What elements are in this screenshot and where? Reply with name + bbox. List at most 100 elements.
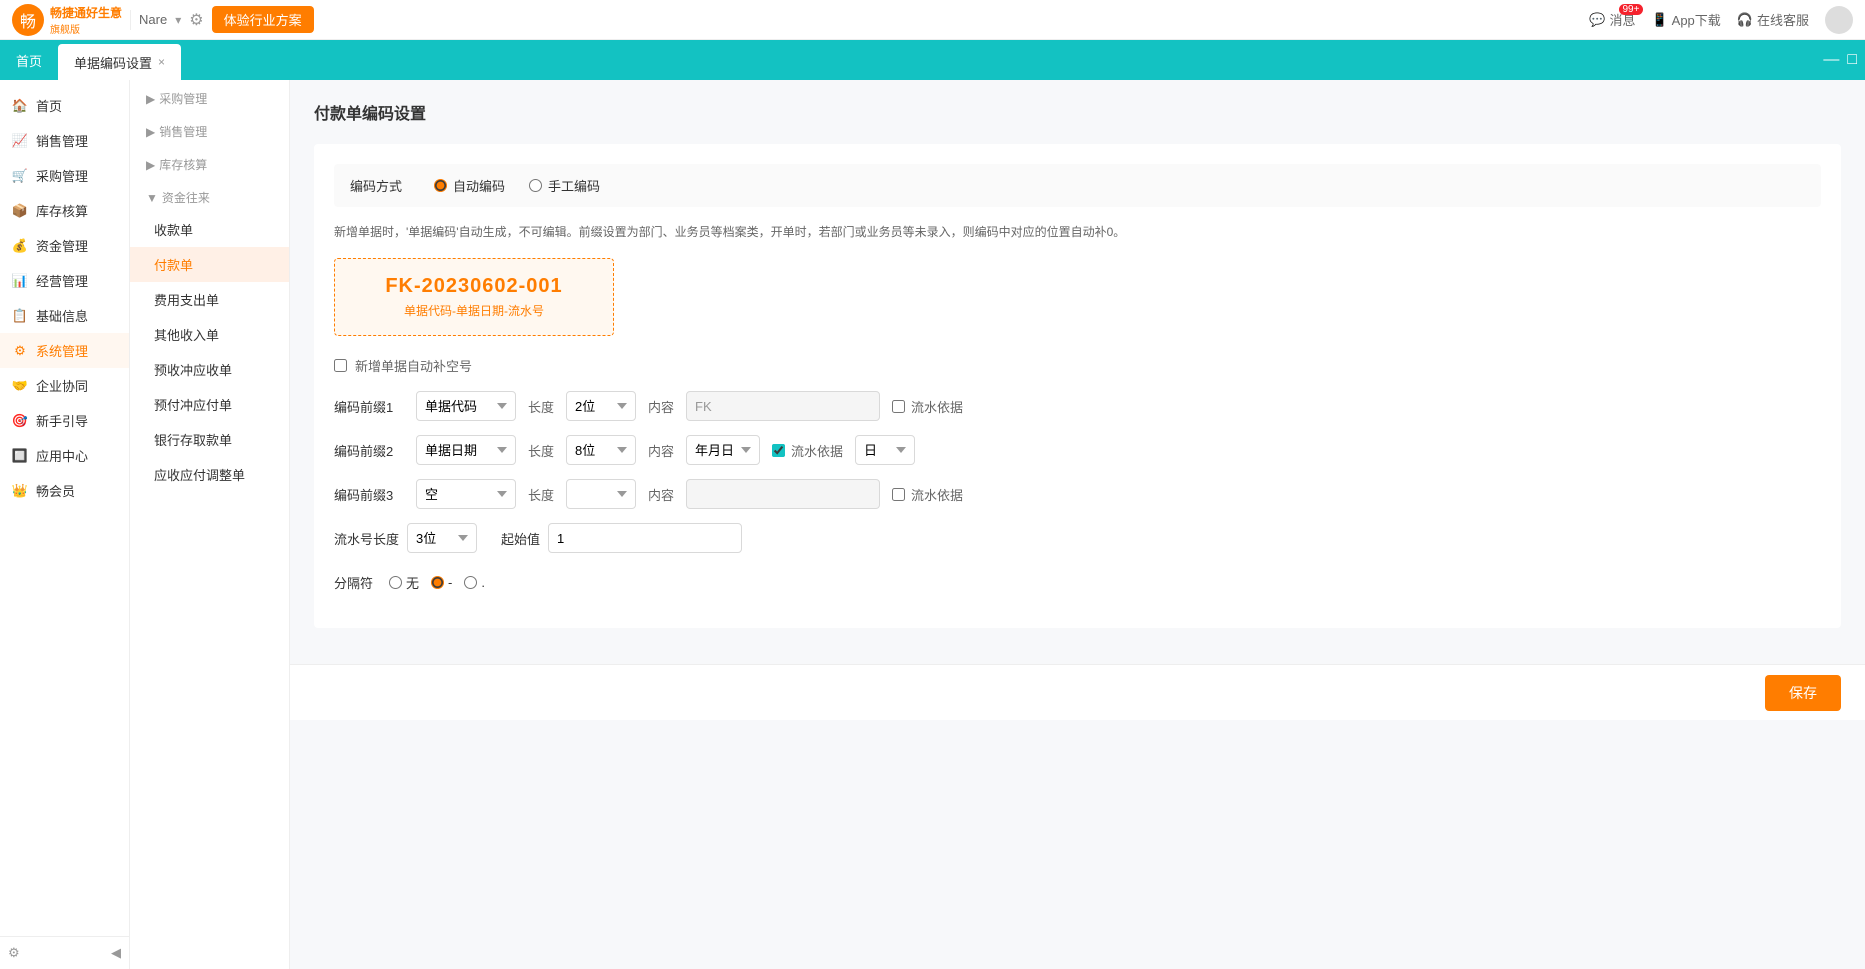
sep-dot-radio[interactable] <box>464 576 477 589</box>
tabbar-actions: — □ <box>1823 51 1857 69</box>
sec-section-sales[interactable]: ▶ 销售管理 <box>130 113 289 146</box>
system-icon: ⚙ <box>12 343 28 359</box>
sidebar-label-sales: 销售管理 <box>36 131 88 150</box>
sidebar-item-guide[interactable]: 🎯 新手引导 <box>0 403 129 438</box>
sidebar-label-cooperation: 企业协同 <box>36 376 88 395</box>
sec-purchase-label: 采购管理 <box>159 90 207 107</box>
app-icon: 📱 <box>1651 12 1667 28</box>
message-badge: 99+ <box>1619 4 1644 15</box>
prefix3-length-select[interactable] <box>566 479 636 509</box>
prefix2-select[interactable]: 单据日期 <box>416 435 516 465</box>
basic-icon: 📋 <box>12 308 28 324</box>
dropdown-arrow-icon[interactable]: ▾ <box>175 13 181 27</box>
prefix3-serial-input[interactable] <box>892 488 905 501</box>
prefix2-serial-input[interactable] <box>772 444 785 457</box>
sidebar-item-inventory[interactable]: 📦 库存核算 <box>0 193 129 228</box>
sidebar-item-basic[interactable]: 📋 基础信息 <box>0 298 129 333</box>
tab-single-code-label: 单据编码设置 <box>74 53 152 72</box>
encoding-method-label: 编码方式 <box>350 176 402 195</box>
sidebar-label-home: 首页 <box>36 96 62 115</box>
sep-none-option[interactable]: 无 <box>389 573 419 592</box>
manual-encoding-option[interactable]: 手工编码 <box>529 176 600 195</box>
sep-dot-option[interactable]: . <box>464 575 485 590</box>
auto-encoding-option[interactable]: 自动编码 <box>434 176 505 195</box>
topbar-logo: 畅 畅捷通好生意 旗舰版 <box>12 4 122 36</box>
prefix1-serial-checkbox[interactable]: 流水依据 <box>892 397 963 416</box>
prefix2-label: 编码前缀2 <box>334 441 404 460</box>
prefix1-serial-input[interactable] <box>892 400 905 413</box>
sec-item-prepay-payable[interactable]: 预付冲应付单 <box>130 387 289 422</box>
sep-dot-label: . <box>481 575 485 590</box>
sidebar-item-system[interactable]: ⚙ 系统管理 <box>0 333 129 368</box>
sidebar-item-operations[interactable]: 📊 经营管理 <box>0 263 129 298</box>
logo-icon: 畅 <box>12 4 44 36</box>
prefix2-serial-checkbox[interactable]: 流水依据 <box>772 441 843 460</box>
sec-section-purchase[interactable]: ▶ 采购管理 <box>130 80 289 113</box>
serial-length-select[interactable]: 3位 <box>407 523 477 553</box>
sec-item-other-income[interactable]: 其他收入单 <box>130 317 289 352</box>
sidebar-item-vip[interactable]: 👑 畅会员 <box>0 473 129 508</box>
tab-single-code-settings[interactable]: 单据编码设置 × <box>58 44 181 80</box>
prefix3-content-input[interactable] <box>686 479 880 509</box>
finance-icon: 💰 <box>12 238 28 254</box>
sidebar-item-finance[interactable]: 💰 资金管理 <box>0 228 129 263</box>
sep-dash-option[interactable]: - <box>431 575 452 590</box>
sec-item-receipt[interactable]: 收款单 <box>130 212 289 247</box>
auto-encoding-label: 自动编码 <box>453 176 505 195</box>
prefix-row-2: 编码前缀2 单据日期 长度 8位 内容 年月日 流水依据 <box>334 435 1821 465</box>
manual-encoding-radio[interactable] <box>529 179 542 192</box>
prefix2-content-select[interactable]: 年月日 <box>686 435 760 465</box>
prefix2-day-select[interactable]: 日 <box>855 435 915 465</box>
sales-icon: 📈 <box>12 133 28 149</box>
settings-icon[interactable]: ⚙ <box>189 10 203 30</box>
prefix1-content-input[interactable] <box>686 391 880 421</box>
prefix2-content-label: 内容 <box>648 441 674 460</box>
serial-start-input[interactable] <box>548 523 742 553</box>
app-download-item[interactable]: 📱 App下载 <box>1651 10 1720 29</box>
sec-item-prepay-receivable[interactable]: 预收冲应收单 <box>130 352 289 387</box>
sidebar-item-sales[interactable]: 📈 销售管理 <box>0 123 129 158</box>
prefix-row-1: 编码前缀1 单据代码 长度 2位 内容 流水依据 <box>334 391 1821 421</box>
sep-none-radio[interactable] <box>389 576 402 589</box>
auto-encoding-radio[interactable] <box>434 179 447 192</box>
avatar[interactable] <box>1825 6 1853 34</box>
sec-section-inventory[interactable]: ▶ 库存核算 <box>130 146 289 179</box>
sec-capital-label: 资金往来 <box>162 189 210 206</box>
online-service-item[interactable]: 🎧 在线客服 <box>1737 10 1809 29</box>
save-button[interactable]: 保存 <box>1765 675 1841 711</box>
tabbar: 首页 单据编码设置 × — □ <box>0 40 1865 80</box>
prefix1-length-select[interactable]: 2位 <box>566 391 636 421</box>
sec-item-payment[interactable]: 付款单 <box>130 247 289 282</box>
sidebar-item-cooperation[interactable]: 🤝 企业协同 <box>0 368 129 403</box>
sidebar-collapse-icon[interactable]: ◀ <box>111 945 121 961</box>
tab-close-icon[interactable]: × <box>158 55 165 69</box>
sec-item-bank-deposit[interactable]: 银行存取款单 <box>130 422 289 457</box>
prefix3-serial-checkbox[interactable]: 流水依据 <box>892 485 963 504</box>
trial-button[interactable]: 体验行业方案 <box>212 6 314 33</box>
tab-home[interactable]: 首页 <box>0 40 58 80</box>
sidebar-item-purchase[interactable]: 🛒 采购管理 <box>0 158 129 193</box>
message-icon: 💬 <box>1589 12 1605 28</box>
prefix1-serial-label: 流水依据 <box>911 397 963 416</box>
company-name: Nare <box>139 12 167 27</box>
page-title: 付款单编码设置 <box>314 100 1841 124</box>
prefix1-select[interactable]: 单据代码 <box>416 391 516 421</box>
maximize-icon[interactable]: □ <box>1847 51 1857 69</box>
sidebar-item-apps[interactable]: 🔲 应用中心 <box>0 438 129 473</box>
guide-icon: 🎯 <box>12 413 28 429</box>
prefix2-length-select[interactable]: 8位 <box>566 435 636 465</box>
prefix3-select[interactable]: 空 <box>416 479 516 509</box>
app-version: 旗舰版 <box>50 21 122 36</box>
sec-item-ar-ap-adjust[interactable]: 应收应付调整单 <box>130 457 289 492</box>
sep-dash-radio[interactable] <box>431 576 444 589</box>
topbar-right: 💬 消息 99+ 📱 App下载 🎧 在线客服 <box>1589 6 1853 34</box>
apps-icon: 🔲 <box>12 448 28 464</box>
message-item[interactable]: 💬 消息 99+ <box>1589 10 1635 29</box>
sidebar-settings-icon[interactable]: ⚙ <box>8 945 20 961</box>
auto-fill-checkbox[interactable] <box>334 359 347 372</box>
serial-start-label: 起始值 <box>501 529 540 548</box>
sidebar-item-home[interactable]: 🏠 首页 <box>0 88 129 123</box>
sec-section-capital[interactable]: ▼ 资金往来 <box>130 179 289 212</box>
minimize-icon[interactable]: — <box>1823 51 1839 69</box>
sec-item-expense[interactable]: 费用支出单 <box>130 282 289 317</box>
